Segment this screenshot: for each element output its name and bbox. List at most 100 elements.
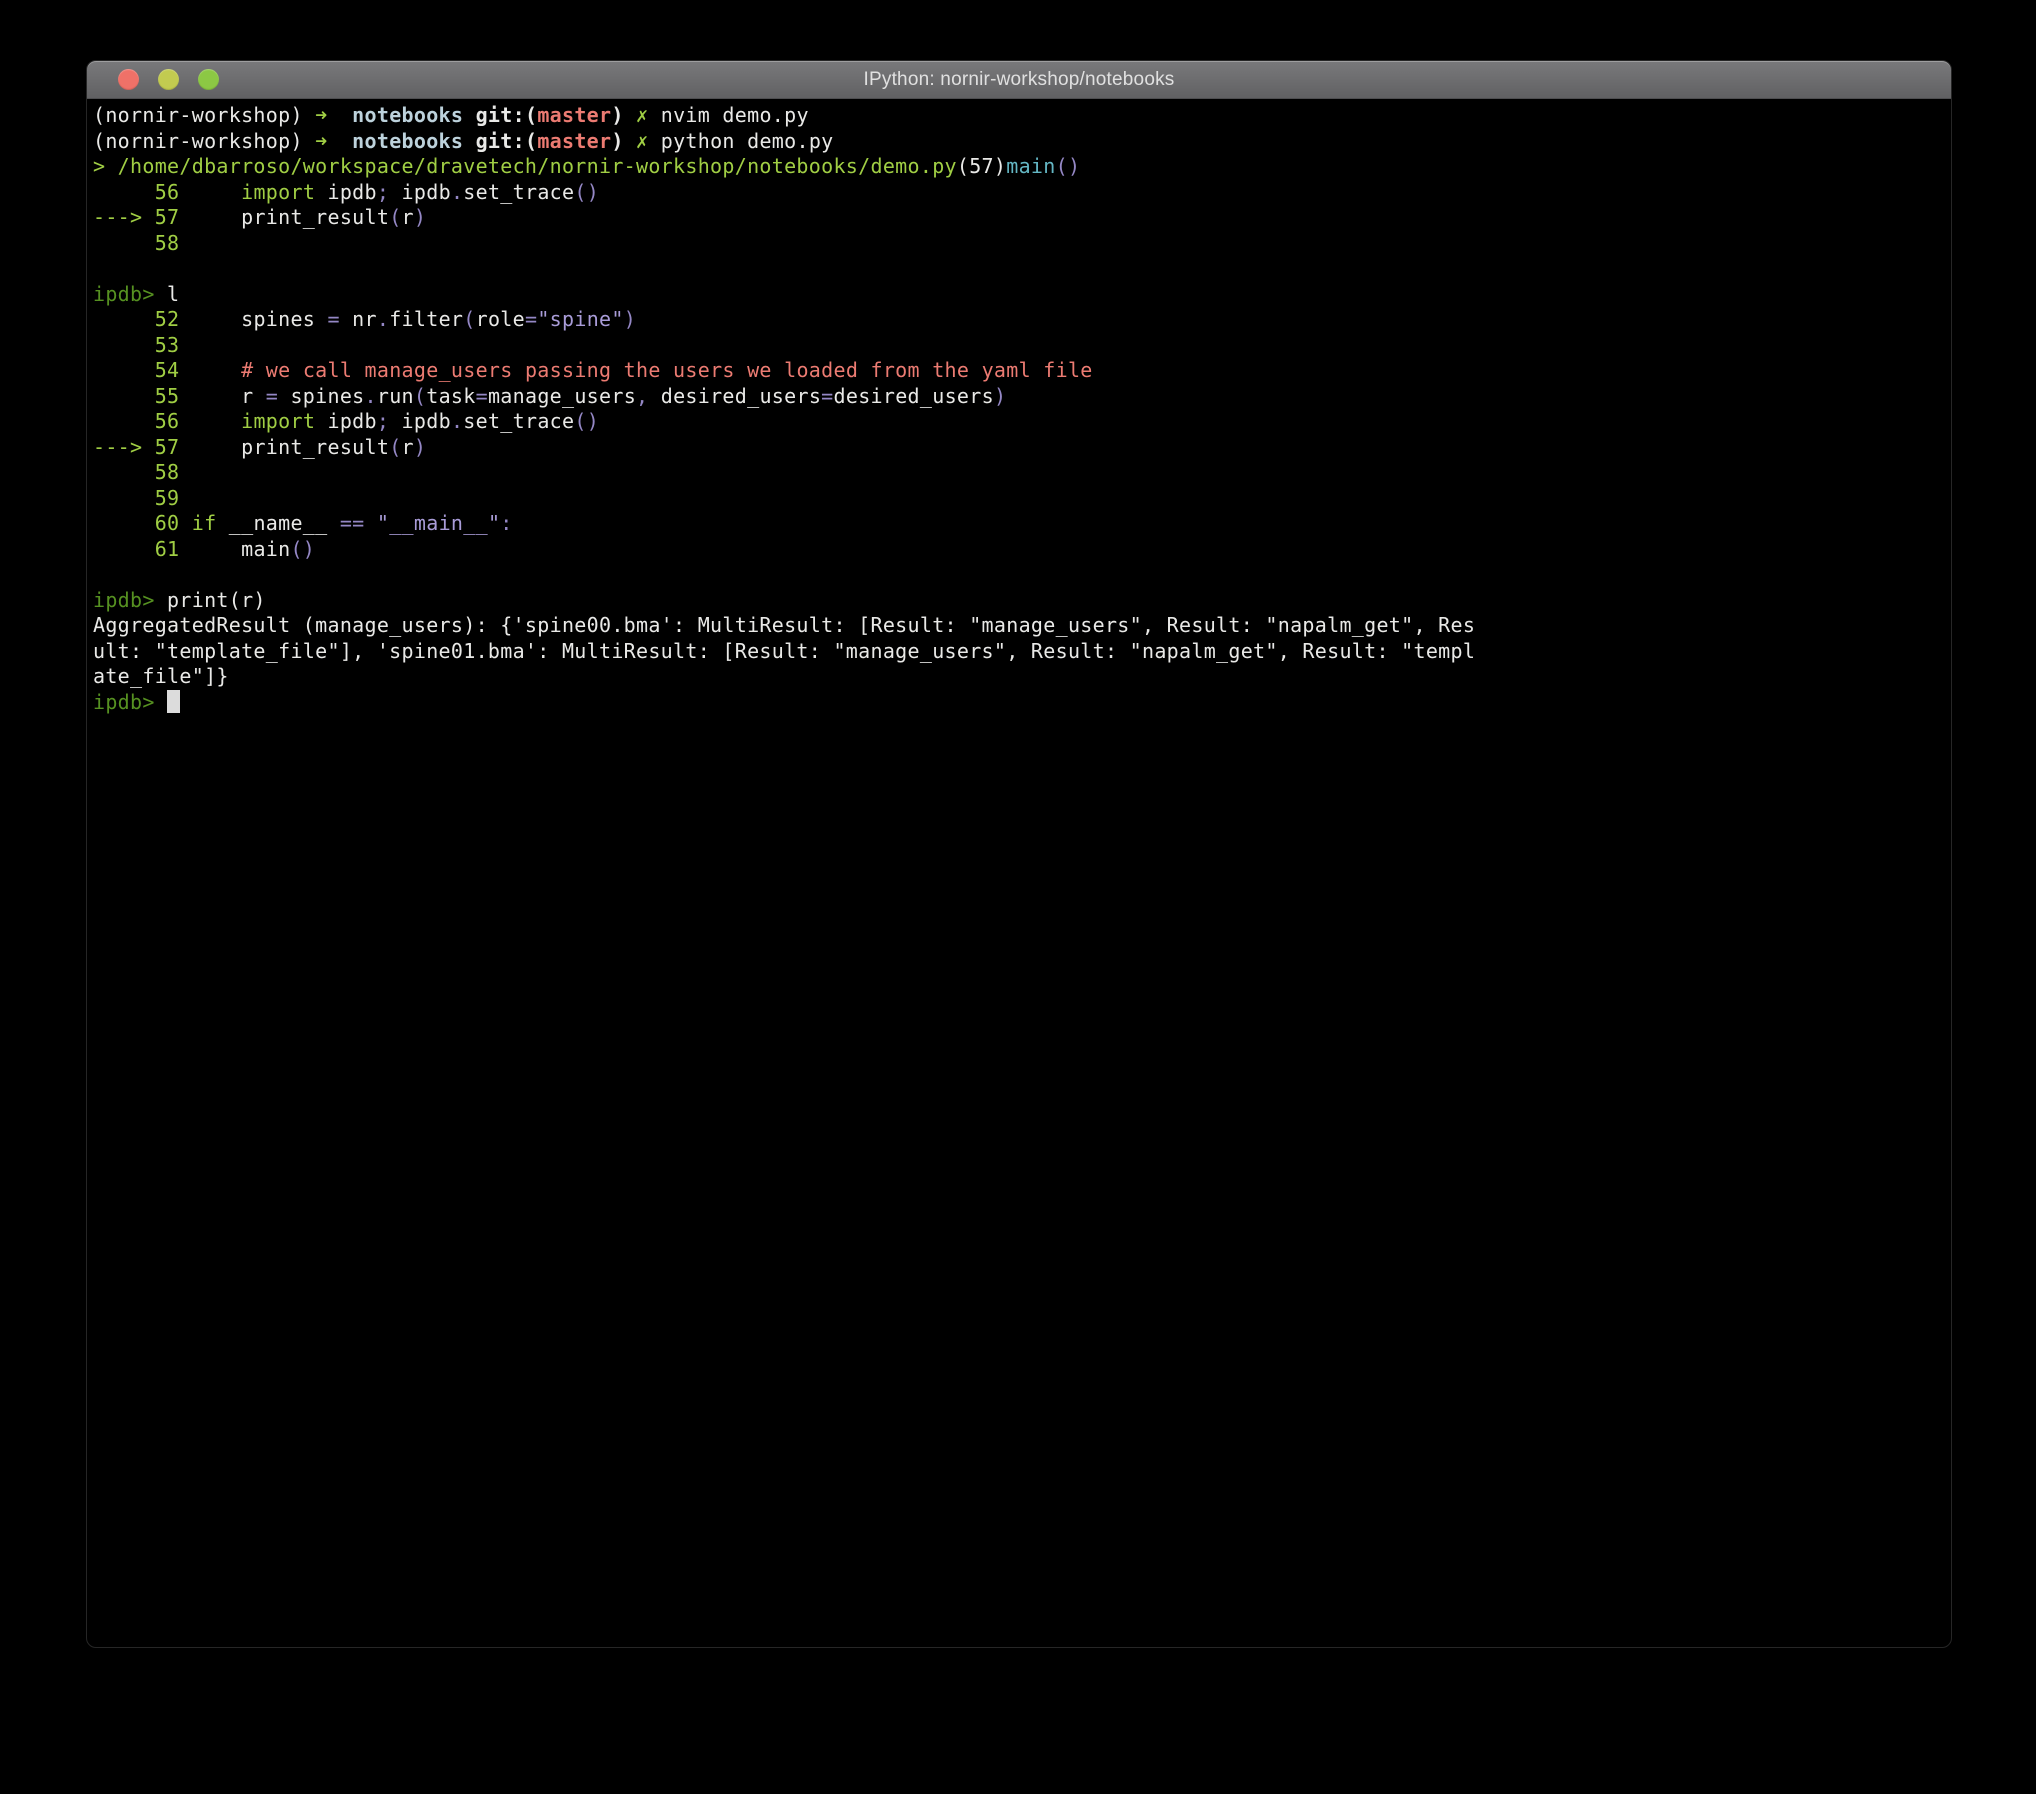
terminal-content[interactable]: (nornir-workshop) ➜ notebooks git:(maste…	[87, 99, 1951, 715]
terminal-text: ipdb	[389, 179, 451, 204]
terminal-text: (nornir-workshop)	[93, 103, 316, 127]
terminal-text: task	[426, 383, 476, 408]
terminal-text: spines	[278, 383, 365, 408]
terminal-line: ---> 57 print_result(r)	[93, 205, 1945, 231]
terminal-text: ipdb>	[93, 587, 168, 612]
terminal-line: ate_file"]}	[93, 664, 1945, 690]
terminal-text: ✗	[636, 103, 649, 127]
terminal-text: __name__	[216, 511, 340, 535]
terminal-text: main	[191, 536, 291, 561]
terminal-text: (	[389, 205, 402, 229]
terminal-line: 61 main()	[93, 537, 1945, 563]
terminal-text: 59	[93, 485, 180, 510]
terminal-line: ---> 57 print_result(r)	[93, 435, 1945, 461]
terminal-line: 56 import ipdb; ipdb.set_trace()	[93, 180, 1945, 206]
terminal-line: 55 r = spines.run(task=manage_users, des…	[93, 384, 1945, 410]
terminal-text: (	[413, 383, 427, 408]
terminal-text: ;	[376, 179, 390, 204]
terminal-text: print_result	[191, 205, 390, 229]
terminal-text: 61	[93, 536, 192, 561]
window-title: IPython: nornir-workshop/notebooks	[863, 68, 1175, 90]
terminal-text: 56	[93, 179, 192, 204]
terminal-text: =	[821, 383, 834, 408]
terminal-text: =	[327, 307, 340, 331]
terminal-text: main	[1006, 154, 1056, 178]
terminal-text: 52	[93, 307, 192, 331]
terminal-text: )	[993, 383, 1007, 408]
terminal-text: )	[413, 205, 427, 229]
terminal-line: (nornir-workshop) ➜ notebooks git:(maste…	[93, 129, 1945, 155]
terminal-text: ()	[574, 409, 600, 433]
terminal-text: ---> 57	[93, 205, 192, 229]
terminal-text: import	[241, 179, 316, 204]
desktop: { "window": { "title": "IPython: nornir-…	[0, 0, 2036, 1794]
terminal-text: 54	[93, 358, 192, 382]
terminal-text: manage_users	[487, 383, 637, 408]
terminal-text: filter	[389, 307, 464, 331]
close-button[interactable]	[118, 69, 139, 90]
terminal-text: 56	[93, 409, 192, 433]
terminal-text: ipdb>	[93, 281, 168, 306]
terminal-text: r	[401, 434, 414, 459]
terminal-text: python demo.py	[648, 128, 834, 153]
terminal-text: desired_users	[833, 383, 994, 408]
terminal-cursor	[167, 689, 181, 713]
terminal-text: :	[500, 511, 513, 535]
terminal-text: ()	[574, 179, 600, 204]
terminal-text: ,	[636, 383, 649, 408]
terminal-text: (	[463, 307, 476, 331]
terminal-text: 58	[93, 230, 180, 255]
terminal-text: ipdb	[389, 409, 451, 433]
terminal-text: =	[475, 383, 488, 408]
terminal-text: (	[389, 434, 402, 459]
terminal-text: .	[376, 307, 390, 331]
terminal-line: 58	[93, 231, 1945, 257]
terminal-line: ult: "template_file"], 'spine01.bma': Mu…	[93, 639, 1945, 665]
zoom-button[interactable]	[198, 69, 219, 90]
terminal-text: git:(	[475, 103, 538, 127]
terminal-text: set_trace	[463, 409, 575, 433]
terminal-text: ;	[376, 409, 390, 433]
terminal-text: ()	[290, 536, 316, 561]
terminal-text: )	[623, 307, 637, 331]
terminal-text: # we call manage_users passing the users…	[241, 358, 1093, 382]
terminal-text: .	[450, 409, 464, 433]
terminal-text: ()	[1055, 154, 1081, 178]
terminal-text: > /home/dbarroso/workspace/dravetech/nor…	[93, 154, 957, 178]
terminal-text: import	[241, 409, 316, 433]
terminal-text: nvim demo.py	[648, 103, 809, 127]
terminal-text: ---> 57	[93, 434, 192, 459]
terminal-line: ipdb> print(r)	[93, 588, 1945, 614]
terminal-text: spines	[191, 307, 328, 331]
terminal-text: "spine"	[537, 307, 624, 331]
terminal-line: 58	[93, 460, 1945, 486]
window-titlebar[interactable]: IPython: nornir-workshop/notebooks	[87, 61, 1951, 99]
terminal-line: AggregatedResult (manage_users): {'spine…	[93, 613, 1945, 639]
terminal-window: IPython: nornir-workshop/notebooks (norn…	[86, 60, 1952, 1648]
terminal-text: ipdb	[315, 179, 377, 204]
terminal-text: if	[191, 511, 217, 535]
traffic-lights	[118, 61, 219, 98]
terminal-line: > /home/dbarroso/workspace/dravetech/nor…	[93, 154, 1945, 180]
terminal-text: AggregatedResult (manage_users): {'spine…	[93, 613, 1476, 637]
terminal-text: master	[537, 128, 612, 153]
minimize-button[interactable]	[158, 69, 179, 90]
terminal-text: r	[191, 383, 266, 408]
terminal-line: ipdb> l	[93, 282, 1945, 308]
terminal-line: 56 import ipdb; ipdb.set_trace()	[93, 409, 1945, 435]
terminal-text: )	[413, 434, 427, 459]
terminal-text: .	[450, 179, 464, 204]
terminal-text: .	[364, 383, 377, 408]
terminal-line: 53	[93, 333, 1945, 359]
terminal-text: nr	[339, 307, 377, 331]
terminal-text: master	[537, 103, 612, 127]
